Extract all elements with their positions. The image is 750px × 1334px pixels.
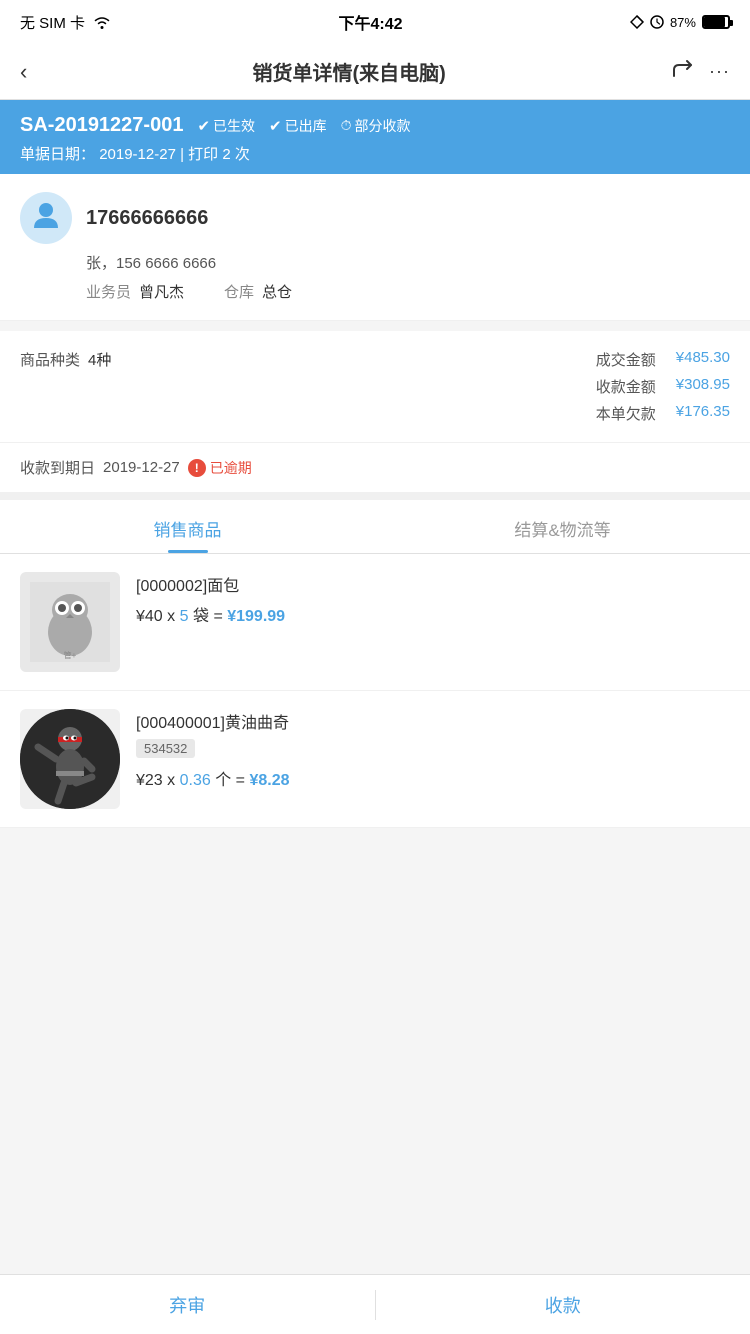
- summary-left: 商品种类 4种: [20, 349, 111, 370]
- banner-bottom: 单据日期： 2019-12-27 | 打印 2 次: [20, 143, 730, 164]
- product-qty: 5: [180, 608, 189, 625]
- more-icon[interactable]: ···: [709, 61, 730, 82]
- tabs-section: 销售商品 结算&物流等: [0, 500, 750, 554]
- overdue-icon: !: [188, 459, 206, 477]
- category-count: 4种: [88, 349, 111, 370]
- transaction-item: 成交金额 ¥485.30: [596, 349, 730, 370]
- battery-fill: [704, 17, 725, 27]
- product-thumbnail: 管+: [20, 572, 120, 672]
- product-price: ¥40 x 5 袋 = ¥199.99: [136, 602, 730, 626]
- customer-details: 张，156 6666 6666 业务员 曾凡杰 仓库 总仓: [20, 252, 730, 302]
- product-thumbnail: [20, 709, 120, 809]
- order-id: SA-20191227-001: [20, 114, 183, 137]
- banner-top: SA-20191227-001 ✔ 已生效 ✔ 已出库 ⏱ 部分收款: [20, 114, 730, 137]
- summary-row: 商品种类 4种 成交金额 ¥485.30 收款金额 ¥308.95 本单欠款 ¥…: [20, 349, 730, 424]
- back-icon[interactable]: ‹: [20, 59, 27, 84]
- svg-text:管+: 管+: [64, 650, 77, 660]
- salesperson-value: 曾凡杰: [139, 281, 184, 302]
- product-name: [0000002]面包: [136, 572, 730, 596]
- carrier-text: 无 SIM 卡: [20, 12, 85, 33]
- customer-sub: 张，156 6666 6666: [86, 252, 730, 273]
- status-carrier: 无 SIM 卡: [20, 12, 111, 33]
- status-right: 87%: [630, 15, 730, 30]
- product-info: [000400001]黄油曲奇 534532 ¥23 x 0.36 个 = ¥8…: [136, 709, 730, 790]
- summary-right: 成交金额 ¥485.30 收款金额 ¥308.95 本单欠款 ¥176.35: [596, 349, 730, 424]
- nav-actions: ···: [671, 58, 730, 86]
- customer-phone: 17666666666: [86, 207, 208, 230]
- tab-settlement[interactable]: 结算&物流等: [375, 500, 750, 553]
- product-price: ¥23 x 0.36 个 = ¥8.28: [136, 766, 730, 790]
- nav-bar: ‹ 销货单详情(来自电脑) ···: [0, 44, 750, 100]
- owed-amount: ¥176.35: [676, 403, 730, 424]
- warehouse-item: 仓库 总仓: [224, 281, 292, 302]
- due-label: 收款到期日: [20, 457, 95, 478]
- salesperson-item: 业务员 曾凡杰: [86, 281, 184, 302]
- product-image-owl: 管+: [20, 572, 120, 672]
- header-banner: SA-20191227-001 ✔ 已生效 ✔ 已出库 ⏱ 部分收款 单据日期：…: [0, 100, 750, 174]
- list-item: [000400001]黄油曲奇 534532 ¥23 x 0.36 个 = ¥8…: [0, 691, 750, 828]
- share-icon[interactable]: [671, 58, 693, 86]
- received-label: 收款金额: [596, 376, 656, 397]
- products-section: 管+ [0000002]面包 ¥40 x 5 袋 = ¥199.99: [0, 554, 750, 828]
- list-item: 管+ [0000002]面包 ¥40 x 5 袋 = ¥199.99: [0, 554, 750, 691]
- collect-button[interactable]: 收款: [376, 1282, 750, 1328]
- battery-icon: [702, 15, 730, 29]
- avatar: [20, 192, 72, 244]
- due-date: 2019-12-27: [103, 459, 180, 476]
- customer-section: 17666666666 张，156 6666 6666 业务员 曾凡杰 仓库 总…: [0, 174, 750, 321]
- badge-partial: ⏱ 部分收款: [341, 116, 411, 136]
- transaction-amount: ¥485.30: [676, 349, 730, 370]
- badge-shipped: ✔ 已出库: [269, 116, 327, 136]
- status-time: 下午4:42: [338, 10, 402, 34]
- product-total: ¥8.28: [249, 772, 289, 789]
- battery-percent: 87%: [670, 15, 696, 30]
- warehouse-value: 总仓: [262, 281, 292, 302]
- received-amount: ¥308.95: [676, 376, 730, 397]
- overdue-label: 已逾期: [210, 458, 252, 478]
- bottom-bar: 弃审 收款: [0, 1274, 750, 1334]
- back-button[interactable]: ‹: [20, 59, 27, 85]
- badge-effective: ✔ 已生效: [197, 116, 255, 136]
- warehouse-label: 仓库: [224, 281, 254, 302]
- salesperson-label: 业务员: [86, 281, 131, 302]
- wifi-icon: [93, 15, 111, 29]
- customer-meta: 业务员 曾凡杰 仓库 总仓: [86, 281, 730, 302]
- overdue-badge: ! 已逾期: [188, 458, 252, 478]
- product-name: [000400001]黄油曲奇: [136, 709, 730, 733]
- tab-sales-products[interactable]: 销售商品: [0, 500, 375, 553]
- due-section: 收款到期日 2019-12-27 ! 已逾期: [0, 443, 750, 500]
- product-info: [0000002]面包 ¥40 x 5 袋 = ¥199.99: [136, 572, 730, 626]
- clock-icon: [650, 15, 664, 29]
- cancel-audit-button[interactable]: 弃审: [0, 1282, 375, 1328]
- product-qty: 0.36: [180, 772, 211, 789]
- page-title: 销货单详情(来自电脑): [253, 57, 446, 86]
- product-total: ¥199.99: [227, 608, 285, 625]
- person-icon: [30, 198, 62, 238]
- transaction-label: 成交金额: [596, 349, 656, 370]
- customer-top: 17666666666: [20, 192, 730, 244]
- summary-section: 商品种类 4种 成交金额 ¥485.30 收款金额 ¥308.95 本单欠款 ¥…: [0, 331, 750, 443]
- product-tag: 534532: [136, 739, 195, 758]
- owed-label: 本单欠款: [596, 403, 656, 424]
- owed-item: 本单欠款 ¥176.35: [596, 403, 730, 424]
- category-label: 商品种类: [20, 349, 80, 370]
- received-item: 收款金额 ¥308.95: [596, 376, 730, 397]
- location-icon: [630, 15, 644, 29]
- status-bar: 无 SIM 卡 下午4:42 87%: [0, 0, 750, 44]
- product-image-karate: [20, 709, 120, 809]
